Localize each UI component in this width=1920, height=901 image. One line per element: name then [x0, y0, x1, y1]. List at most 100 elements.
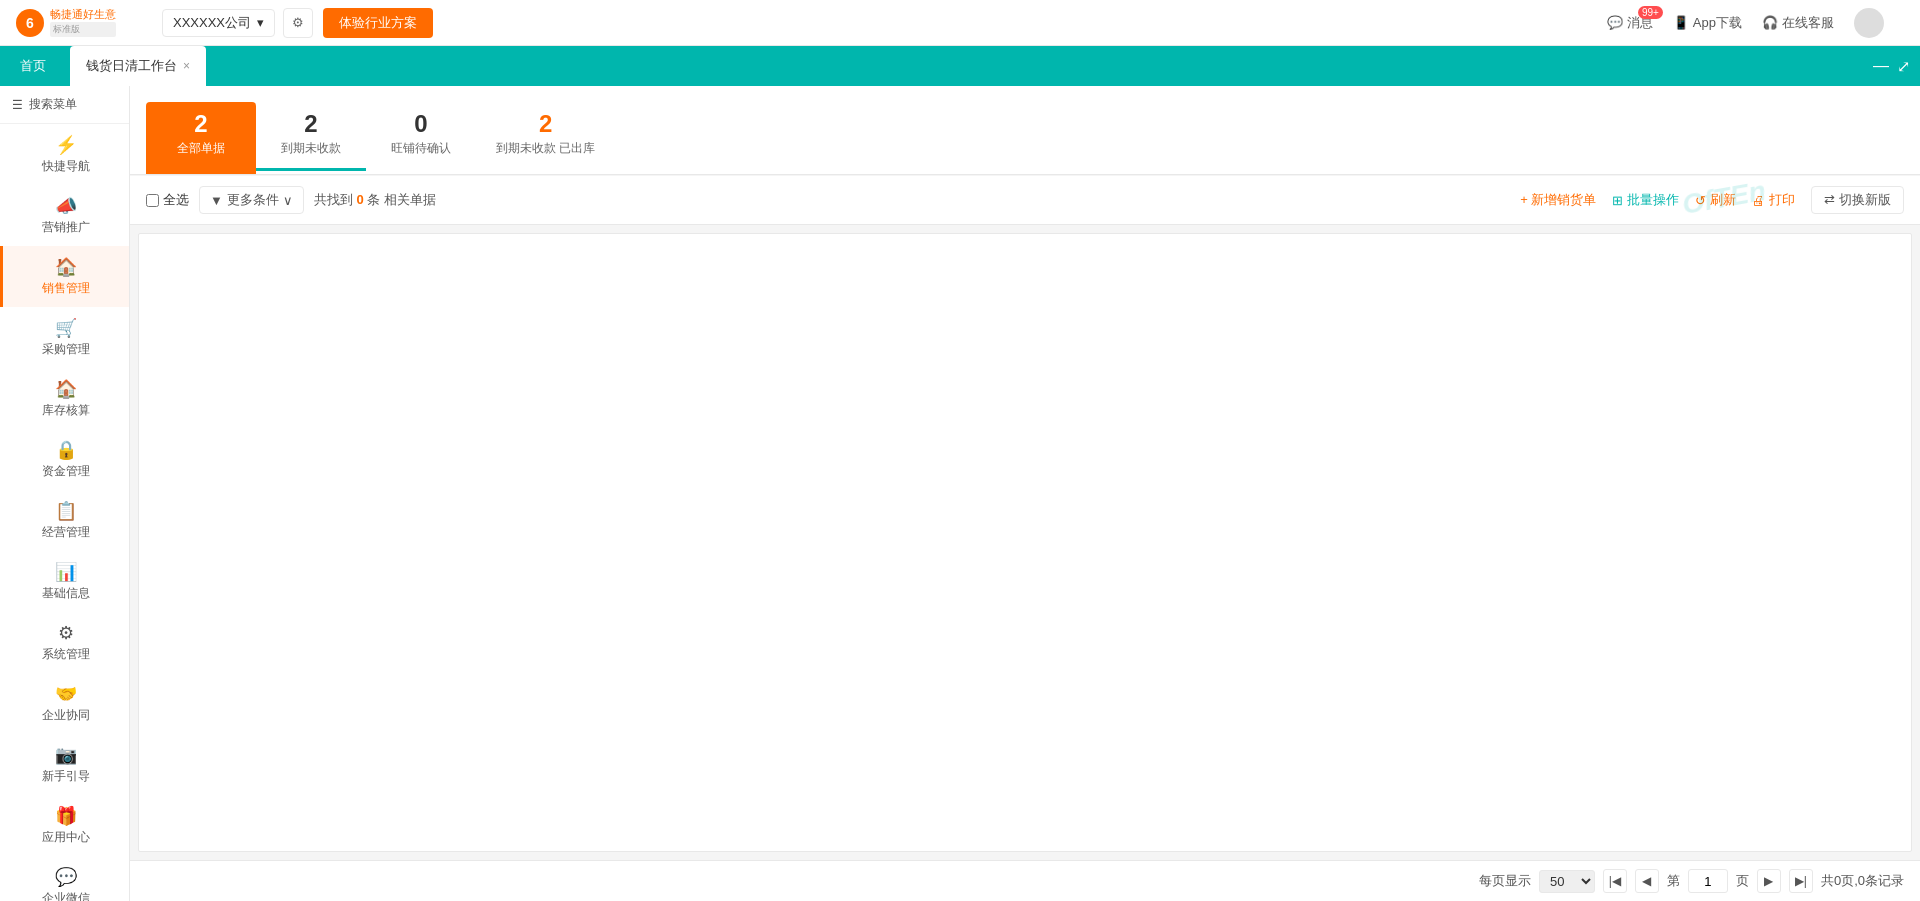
- sidebar-label: 企业微信: [42, 890, 90, 901]
- stat-num-all: 2: [166, 112, 236, 136]
- sidebar-label: 新手引导: [42, 768, 90, 785]
- sidebar-item-enterprise[interactable]: 🤝 企业协同: [0, 673, 129, 734]
- sidebar-label: 销售管理: [42, 280, 90, 297]
- page-label: 第: [1667, 872, 1680, 890]
- inventory-icon: 🏠: [55, 380, 77, 398]
- messages-badge: 99+: [1638, 6, 1663, 19]
- stat-num-overdue-shipped: 2: [496, 112, 595, 136]
- sidebar-item-operations[interactable]: 📋 经营管理: [0, 490, 129, 551]
- content-area: 2 全部单据 2 到期未收款 0 旺铺待确认 2 到期未收款 已出库 全选: [130, 86, 1920, 901]
- app-download-button[interactable]: 📱 App下载: [1673, 14, 1742, 32]
- sidebar-label: 应用中心: [42, 829, 90, 846]
- sidebar-item-quick-nav[interactable]: ⚡ 快捷导航: [0, 124, 129, 185]
- chevron-icon: ∨: [283, 193, 293, 208]
- search-menu-label: 搜索菜单: [29, 96, 77, 113]
- stat-label-pending: 旺铺待确认: [386, 140, 456, 157]
- page-size-select[interactable]: 50 10 20 100: [1539, 870, 1595, 893]
- message-icon: 💬: [1607, 15, 1623, 30]
- search-menu-item[interactable]: ☰ 搜索菜单: [0, 86, 129, 124]
- filter-icon: ▼: [210, 193, 223, 208]
- company-selector[interactable]: XXXXXX公司 ▾: [162, 9, 275, 37]
- app-center-icon: 🎁: [55, 807, 77, 825]
- new-sale-button[interactable]: + 新增销货单: [1520, 191, 1596, 209]
- sidebar-label: 经营管理: [42, 524, 90, 541]
- tab-close-icon[interactable]: ×: [183, 59, 190, 73]
- avatar[interactable]: [1854, 8, 1884, 38]
- switch-version-button[interactable]: ⇄ 切换新版: [1811, 186, 1904, 214]
- filter-button[interactable]: ▼ 更多条件 ∨: [199, 186, 304, 214]
- pagination-bar: 每页显示 50 10 20 100 |◀ ◀ 第 页 ▶ ▶| 共0页,0条记录: [130, 860, 1920, 901]
- sidebar-item-beginner[interactable]: 📷 新手引导: [0, 734, 129, 795]
- toolbar-right: + 新增销货单 ⊞ 批量操作 ↺ 刷新 🖨 打印 ⇄ 切换新版: [1520, 186, 1904, 214]
- sidebar: ☰ 搜索菜单 ⚡ 快捷导航 📣 营销推广 🏠 销售管理 🛒 采购管理 🏠 库存核…: [0, 86, 130, 901]
- stat-tab-pending[interactable]: 0 旺铺待确认: [366, 102, 476, 174]
- print-button[interactable]: 🖨 打印: [1752, 191, 1795, 209]
- stat-num-pending: 0: [386, 112, 456, 136]
- switch-icon: ⇄: [1824, 192, 1835, 207]
- download-icon: 📱: [1673, 15, 1689, 30]
- sidebar-label: 采购管理: [42, 341, 90, 358]
- finance-icon: 🔒: [55, 441, 77, 459]
- stat-tab-all[interactable]: 2 全部单据: [146, 102, 256, 174]
- online-service-label: 在线客服: [1782, 14, 1834, 32]
- sidebar-item-purchase[interactable]: 🛒 采购管理: [0, 307, 129, 368]
- batch-label: 批量操作: [1627, 191, 1679, 209]
- chevron-down-icon: ▾: [257, 15, 264, 30]
- tab-home[interactable]: 首页: [0, 46, 66, 86]
- select-all-input[interactable]: [146, 194, 159, 207]
- sidebar-item-system[interactable]: ⚙ 系统管理: [0, 612, 129, 673]
- system-icon: ⚙: [58, 624, 74, 642]
- stats-tabs: 2 全部单据 2 到期未收款 0 旺铺待确认 2 到期未收款 已出库: [130, 86, 1920, 175]
- sidebar-item-inventory[interactable]: 🏠 库存核算: [0, 368, 129, 429]
- operations-icon: 📋: [55, 502, 77, 520]
- maximize-icon[interactable]: ⤢: [1897, 57, 1910, 76]
- stat-tab-overdue[interactable]: 2 到期未收款: [256, 102, 366, 174]
- last-page-button[interactable]: ▶|: [1789, 869, 1813, 893]
- online-service-button[interactable]: 🎧 在线客服: [1762, 14, 1834, 32]
- logo-area: 6 畅捷通好生意 标准版: [16, 8, 146, 36]
- logo-tag: 标准版: [50, 22, 116, 37]
- batch-icon: ⊞: [1612, 193, 1623, 208]
- stat-label-overdue-shipped: 到期未收款 已出库: [496, 140, 595, 157]
- refresh-button[interactable]: ↺ 刷新: [1695, 191, 1736, 209]
- sidebar-item-marketing[interactable]: 📣 营销推广: [0, 185, 129, 246]
- tab-bar: 首页 钱货日清工作台 × — ⤢: [0, 46, 1920, 86]
- quick-nav-icon: ⚡: [55, 136, 77, 154]
- first-page-button[interactable]: |◀: [1603, 869, 1627, 893]
- logo-text: 畅捷通好生意: [50, 8, 116, 21]
- logo-icon: 6: [16, 9, 44, 37]
- print-icon: 🖨: [1752, 193, 1765, 208]
- stat-tab-overdue-shipped[interactable]: 2 到期未收款 已出库: [476, 102, 615, 174]
- prev-page-button[interactable]: ◀: [1635, 869, 1659, 893]
- app-download-label: App下载: [1693, 14, 1742, 32]
- sidebar-label: 库存核算: [42, 402, 90, 419]
- sidebar-item-basic-info[interactable]: 📊 基础信息: [0, 551, 129, 612]
- minimize-icon[interactable]: —: [1873, 57, 1889, 75]
- select-all-label: 全选: [163, 191, 189, 209]
- purchase-icon: 🛒: [55, 319, 77, 337]
- table-area: [138, 233, 1912, 852]
- sidebar-item-sales[interactable]: 🏠 销售管理: [0, 246, 129, 307]
- sidebar-item-app-center[interactable]: 🎁 应用中心: [0, 795, 129, 856]
- sidebar-label: 营销推广: [42, 219, 90, 236]
- toolbar: 全选 ▼ 更多条件 ∨ 共找到 0 条 相关单据 + 新增销货单 ⊞ 批量操作 …: [130, 176, 1920, 225]
- tab-work-bench[interactable]: 钱货日清工作台 ×: [70, 46, 206, 86]
- beginner-icon: 📷: [55, 746, 77, 764]
- enterprise-icon: 🤝: [55, 685, 77, 703]
- stat-label-all: 全部单据: [166, 140, 236, 157]
- settings-gear-button[interactable]: ⚙: [283, 8, 313, 38]
- refresh-label: 刷新: [1710, 191, 1736, 209]
- select-all-checkbox[interactable]: 全选: [146, 191, 189, 209]
- wechat-icon: 💬: [55, 868, 77, 886]
- tab-underline: [256, 168, 366, 171]
- experience-button[interactable]: 体验行业方案: [323, 8, 433, 38]
- total-text: 共0页,0条记录: [1821, 872, 1904, 890]
- messages-button[interactable]: 💬 消息 99+: [1607, 14, 1653, 32]
- search-icon: ☰: [12, 98, 23, 112]
- service-icon: 🎧: [1762, 15, 1778, 30]
- batch-operation-button[interactable]: ⊞ 批量操作: [1612, 191, 1679, 209]
- page-input[interactable]: [1688, 869, 1728, 893]
- sidebar-item-wechat[interactable]: 💬 企业微信: [0, 856, 129, 901]
- next-page-button[interactable]: ▶: [1757, 869, 1781, 893]
- sidebar-item-finance[interactable]: 🔒 资金管理: [0, 429, 129, 490]
